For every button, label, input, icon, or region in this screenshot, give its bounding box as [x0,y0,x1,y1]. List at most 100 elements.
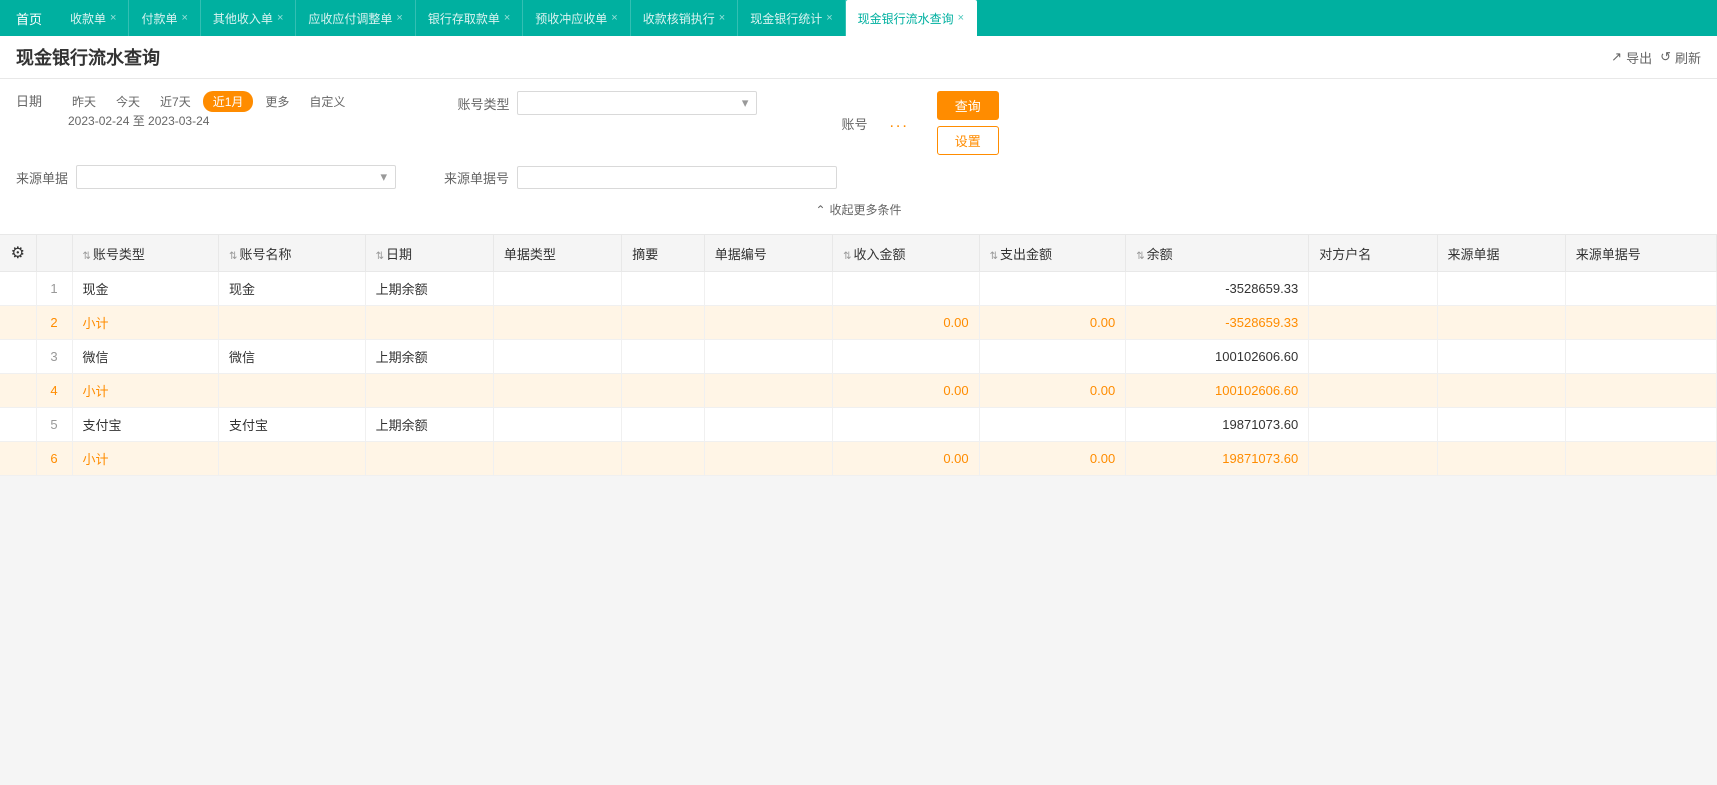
column-expense[interactable]: ⇅支出金额 [979,235,1126,272]
table-cell [1565,272,1716,306]
table-body: 1现金现金上期余额-3528659.332小计0.000.00-3528659.… [0,272,1717,476]
table-cell [704,340,832,374]
account-ellipsis[interactable]: ... [889,114,908,132]
refresh-button[interactable]: ↺ 刷新 [1660,48,1701,67]
export-button[interactable]: ↗ 导出 [1611,48,1652,67]
nav-tab-label: 收款单 [70,10,106,27]
table-cell [1565,442,1716,476]
table-cell: 0.00 [833,374,980,408]
nav-tabs: 收款单×付款单×其他收入单×应收应付调整单×银行存取款单×预收冲应收单×收款核销… [58,0,1717,36]
table-cell [1437,408,1565,442]
table-cell [704,272,832,306]
table-cell [622,374,705,408]
nav-tab-收款单[interactable]: 收款单 × [58,0,129,36]
account-label: 账号 [841,114,881,133]
date-option-更多[interactable]: 更多 [257,91,297,112]
table-row: 2小计0.000.00-3528659.33 [0,306,1717,340]
nav-home[interactable]: 首页 [0,0,58,36]
nav-tab-付款单[interactable]: 付款单 × [129,0,200,36]
table-row: 1现金现金上期余额-3528659.33 [0,272,1717,306]
close-icon[interactable]: × [719,12,725,24]
table-cell: 0.00 [979,442,1126,476]
gear-icon[interactable]: ⚙ [11,245,25,262]
column-source-doc-no: 来源单据号 [1565,235,1716,272]
source-doc-chevron: ▾ [380,169,387,185]
nav-tab-应收应付调整单[interactable]: 应收应付调整单× [296,0,415,36]
source-doc-label: 来源单据 [16,168,68,187]
table-cell: 支付宝 [72,408,219,442]
data-table: ⚙ ⇅账号类型 ⇅账号名称 ⇅日期 单据类型 摘要 单据编号 ⇅收入金额 ⇅支出… [0,235,1717,476]
table-cell [365,306,493,340]
nav-tab-现金银行流水查询[interactable]: 现金银行流水查询× [846,0,977,36]
refresh-icon: ↺ [1660,49,1671,65]
nav-tab-预收冲应收单[interactable]: 预收冲应收单× [523,0,630,36]
date-option-近1月[interactable]: 近1月 [203,91,254,112]
date-range: 2023-02-24 至 2023-03-24 [68,112,353,129]
table-cell [833,272,980,306]
table-cell [833,340,980,374]
account-type-label: 账号类型 [457,94,509,113]
table-container: ⚙ ⇅账号类型 ⇅账号名称 ⇅日期 单据类型 摘要 单据编号 ⇅收入金额 ⇅支出… [0,235,1717,476]
table-cell: 100102606.60 [1126,374,1309,408]
nav-tab-银行存取款单[interactable]: 银行存取款单× [416,0,523,36]
date-option-近7天[interactable]: 近7天 [152,91,199,112]
source-doc-num-input[interactable] [517,166,837,189]
close-icon[interactable]: × [504,12,510,24]
table-cell [0,408,36,442]
table-cell: 0.00 [833,306,980,340]
collapse-bar[interactable]: ⌃ 收起更多条件 [16,197,1701,222]
close-icon[interactable]: × [396,12,402,24]
table-cell [493,306,621,340]
column-account-type[interactable]: ⇅账号类型 [72,235,219,272]
close-icon[interactable]: × [277,12,283,24]
close-icon[interactable]: × [958,12,964,24]
table-row: 3微信微信上期余额100102606.60 [0,340,1717,374]
table-cell [622,408,705,442]
table-cell [0,374,36,408]
account-type-select[interactable]: ▾ [517,91,757,115]
column-gear[interactable]: ⚙ [0,235,36,272]
source-doc-select[interactable]: ▾ [76,165,396,189]
table-cell [622,442,705,476]
setting-button[interactable]: 设置 [937,126,999,155]
date-option-自定义[interactable]: 自定义 [301,91,353,112]
date-option-昨天[interactable]: 昨天 [64,91,104,112]
table-cell [0,306,36,340]
close-icon[interactable]: × [110,12,116,24]
table-cell [622,272,705,306]
table-cell [219,442,366,476]
table-cell: 现金 [219,272,366,306]
column-account-name[interactable]: ⇅账号名称 [219,235,366,272]
table-cell: 小计 [72,374,219,408]
table-cell [833,408,980,442]
nav-tab-现金银行统计[interactable]: 现金银行统计 × [738,0,845,36]
table-row: 4小计0.000.00100102606.60 [0,374,1717,408]
table-cell [1309,408,1437,442]
column-balance[interactable]: ⇅余额 [1126,235,1309,272]
export-label: 导出 [1626,48,1652,67]
table-cell: 2 [36,306,72,340]
table-cell [0,442,36,476]
nav-tab-收款核销执行[interactable]: 收款核销执行× [631,0,738,36]
table-cell [493,442,621,476]
close-icon[interactable]: × [181,12,187,24]
top-nav: 首页 收款单×付款单×其他收入单×应收应付调整单×银行存取款单×预收冲应收单×收… [0,0,1717,36]
action-buttons: 查询 设置 [937,91,999,155]
nav-tab-其他收入单[interactable]: 其他收入单 × [201,0,296,36]
table-cell: 微信 [72,340,219,374]
column-date[interactable]: ⇅日期 [365,235,493,272]
table-cell [493,272,621,306]
nav-tab-label: 现金银行统计 [750,10,822,27]
date-option-今天[interactable]: 今天 [108,91,148,112]
nav-tab-label: 其他收入单 [213,10,273,27]
table-cell [1309,306,1437,340]
table-cell [1309,374,1437,408]
table-cell [1437,306,1565,340]
nav-tab-label: 付款单 [141,10,177,27]
column-income[interactable]: ⇅收入金额 [833,235,980,272]
query-button[interactable]: 查询 [937,91,999,120]
table-cell: 上期余额 [365,340,493,374]
table-cell: 上期余额 [365,408,493,442]
close-icon[interactable]: × [611,12,617,24]
close-icon[interactable]: × [826,12,832,24]
